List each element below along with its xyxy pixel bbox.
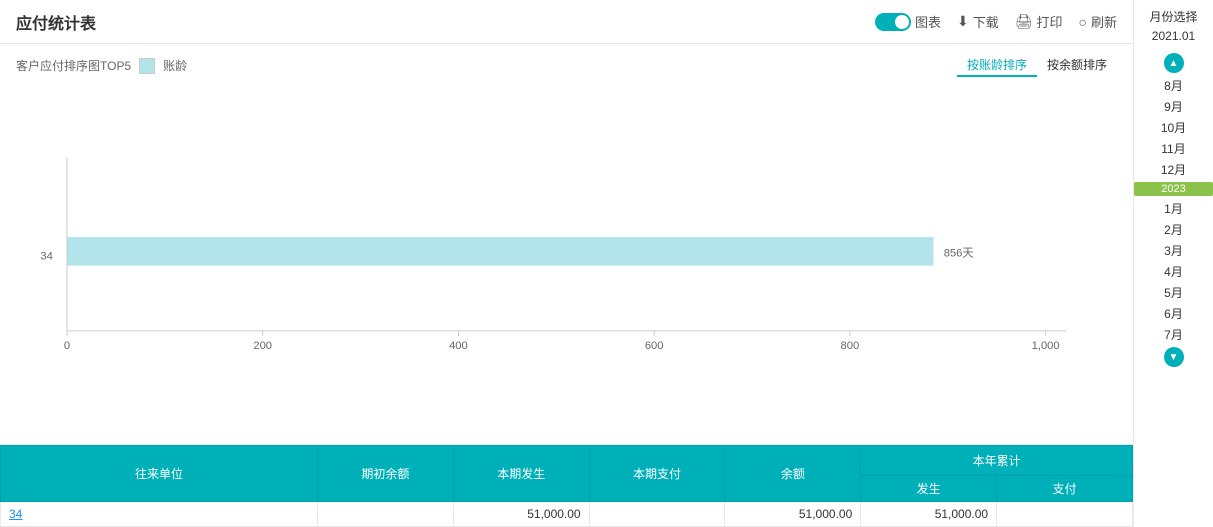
right-sidebar: 月份选择 2021.01 ▲ 8月9月10月11月12月 2023 1月2月3月4月… [1133,0,1213,527]
sidebar-month-item[interactable]: 12月 [1134,159,1213,180]
bar-days-label: 856天 [944,247,974,259]
chart-bar [67,237,934,266]
print-action[interactable]: 🖨 打印 [1015,12,1063,31]
x-label-0: 0 [64,340,70,352]
refresh-icon: ○ [1079,14,1087,30]
chart-legend: 客户应付排序图TOP5 账龄 [16,57,187,74]
app-header: 应付统计表 图表 ⬇ 下载 🖨 打印 ○ 刷新 [0,0,1133,44]
chart-sort-buttons: 按账龄排序 按余额排序 [957,54,1117,77]
chart-legend-text: 客户应付排序图TOP5 [16,57,131,74]
sidebar-scroll-up-btn[interactable]: ▲ [1164,53,1184,73]
x-label-400: 400 [449,340,468,352]
x-label-1000: 1,000 [1032,340,1060,352]
download-action[interactable]: ⬇ 下载 [957,12,999,31]
table-row: 3451,000.0051,000.0051,000.00 [1,502,1133,527]
sidebar-month-item[interactable]: 8月 [1134,75,1213,96]
cell-current-occur: 51,000.00 [453,502,589,527]
download-label: 下载 [973,12,999,31]
refresh-action[interactable]: ○ 刷新 [1079,12,1117,31]
sidebar-year-marker: 2023 [1134,182,1213,196]
sidebar-scroll-down-btn[interactable]: ▼ [1164,347,1184,367]
sidebar-month-item[interactable]: 1月 [1134,198,1213,219]
sidebar-year: 2021.01 [1152,29,1195,43]
page-title: 应付统计表 [16,10,96,34]
chart-toggle-label: 图表 [915,12,941,31]
sidebar-month-item[interactable]: 4月 [1134,261,1213,282]
print-icon: 🖨 [1015,13,1033,30]
legend-box-label: 账龄 [163,57,187,74]
sort-by-amount-btn[interactable]: 按余额排序 [1037,54,1117,77]
col-ytd-label: 本年累计 [861,446,1133,476]
col-current-occur: 本期发生 [453,446,589,502]
table-body: 3451,000.0051,000.0051,000.00 [1,502,1133,527]
cell-current-pay [589,502,725,527]
cell-source[interactable]: 34 [1,502,318,527]
col-balance: 余额 [725,446,861,502]
sidebar-month-item[interactable]: 10月 [1134,117,1213,138]
col-source: 往来单位 [1,446,318,502]
x-label-600: 600 [645,340,664,352]
chart-toggle-action[interactable]: 图表 [875,12,941,31]
chart-toggle[interactable] [875,13,911,31]
legend-box [139,58,155,74]
refresh-label: 刷新 [1091,12,1117,31]
sidebar-month-item[interactable]: 2月 [1134,219,1213,240]
chart-header: 客户应付排序图TOP5 账龄 按账龄排序 按余额排序 [16,54,1117,77]
data-table: 往来单位 期初余额 本期发生 本期支付 余额 本年累计 发生 支付 [0,445,1133,527]
chart-area: 34 856天 0 200 400 600 [16,85,1117,434]
col-opening: 期初余额 [317,446,453,502]
chart-section: 客户应付排序图TOP5 账龄 按账龄排序 按余额排序 34 856天 [0,44,1133,444]
x-label-800: 800 [841,340,860,352]
table-header-row: 往来单位 期初余额 本期发生 本期支付 余额 本年累计 [1,446,1133,476]
table-section: 往来单位 期初余额 本期发生 本期支付 余额 本年累计 发生 支付 [0,444,1133,527]
sort-by-balance-btn[interactable]: 按账龄排序 [957,54,1037,77]
y-axis-label: 34 [40,251,52,263]
cell-balance: 51,000.00 [725,502,861,527]
sidebar-month-item[interactable]: 3月 [1134,240,1213,261]
header-actions: 图表 ⬇ 下载 🖨 打印 ○ 刷新 [875,12,1117,31]
sidebar-month-item[interactable]: 11月 [1134,138,1213,159]
col-ytd-pay: 支付 [997,476,1133,502]
table-wrapper: 往来单位 期初余额 本期发生 本期支付 余额 本年累计 发生 支付 [0,445,1133,527]
sidebar-month-item[interactable]: 6月 [1134,303,1213,324]
download-icon: ⬇ [957,13,969,30]
sidebar-months: 8月9月10月11月12月 2023 1月2月3月4月5月6月7月 [1134,75,1213,345]
cell-ytd-occur: 51,000.00 [861,502,997,527]
col-ytd-occur: 发生 [861,476,997,502]
sidebar-label: 月份选择 [1149,8,1197,25]
chart-svg: 34 856天 0 200 400 600 [16,85,1117,434]
x-label-200: 200 [253,340,272,352]
sidebar-month-item[interactable]: 5月 [1134,282,1213,303]
col-current-pay: 本期支付 [589,446,725,502]
cell-ytd-pay [997,502,1133,527]
print-label: 打印 [1037,12,1063,31]
cell-opening [317,502,453,527]
sidebar-month-item[interactable]: 9月 [1134,96,1213,117]
sidebar-month-item[interactable]: 7月 [1134,324,1213,345]
